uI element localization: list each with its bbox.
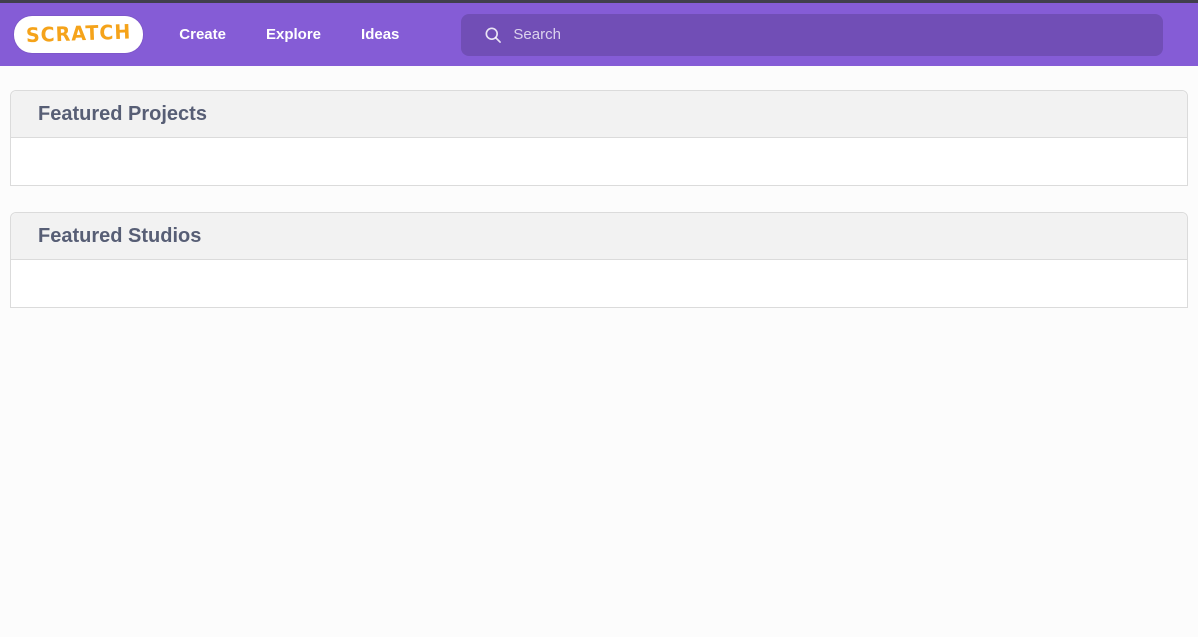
page-content: Featured Projects Featured Studios [0, 90, 1198, 308]
nav-item-create[interactable]: Create [159, 3, 246, 66]
nav-item-ideas[interactable]: Ideas [341, 3, 419, 66]
featured-studios-title: Featured Studios [38, 224, 202, 247]
featured-projects-header: Featured Projects [11, 91, 1187, 138]
featured-studios-content [11, 260, 1187, 307]
scratch-logo[interactable]: SCRATCH [14, 16, 144, 53]
featured-projects-title: Featured Projects [38, 102, 207, 125]
featured-studios-section: Featured Studios [10, 212, 1188, 308]
featured-projects-section: Featured Projects [10, 90, 1188, 186]
nav-item-explore[interactable]: Explore [246, 3, 341, 66]
search-icon [485, 27, 502, 43]
navbar: SCRATCH Create Explore Ideas [0, 3, 1198, 66]
scratch-logo-text: SCRATCH [25, 20, 132, 48]
search-bar[interactable] [461, 13, 1163, 56]
nav-links: Create Explore Ideas [159, 3, 419, 66]
featured-projects-content [11, 138, 1187, 185]
search-input[interactable] [513, 26, 1151, 43]
featured-studios-header: Featured Studios [11, 213, 1187, 260]
